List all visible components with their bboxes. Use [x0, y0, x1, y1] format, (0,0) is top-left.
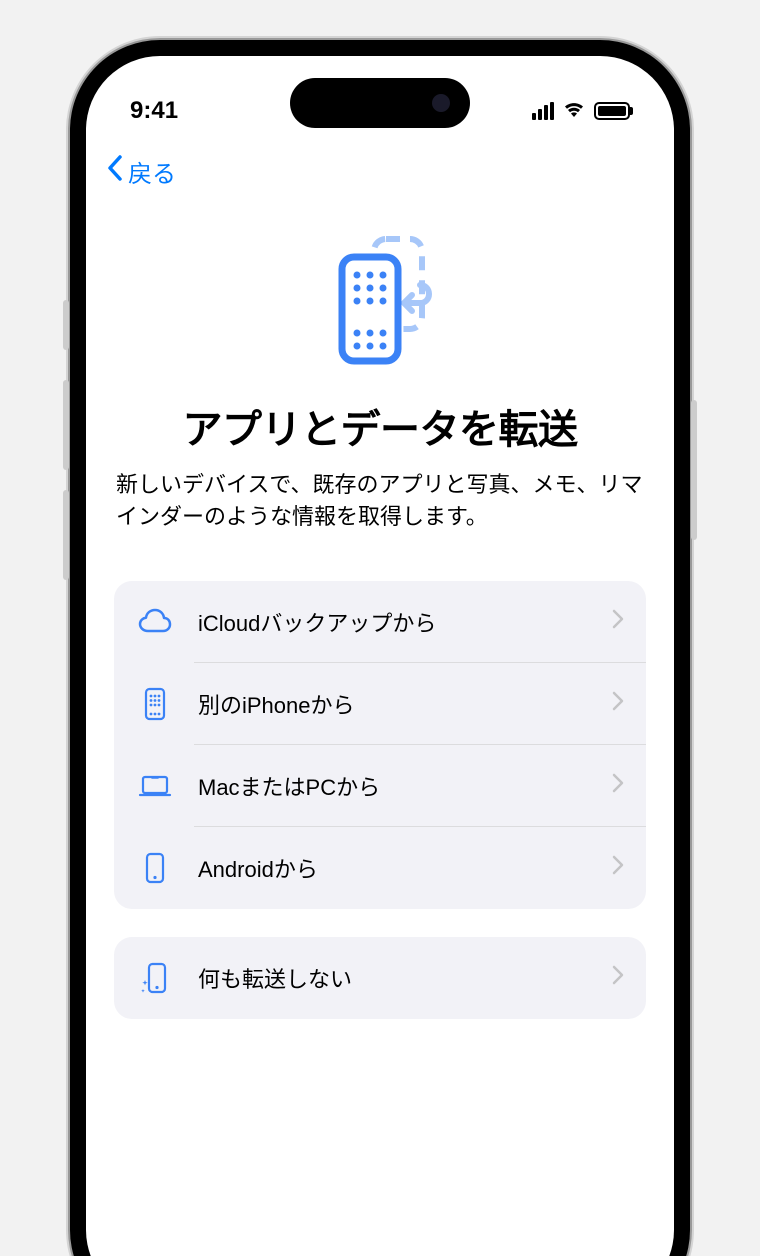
option-no-transfer[interactable]: 何も転送しない — [114, 937, 646, 1019]
wifi-icon — [562, 99, 586, 124]
option-another-iphone[interactable]: 別のiPhoneから — [114, 663, 646, 745]
battery-icon — [594, 102, 630, 120]
device-frame: 9:41 — [70, 40, 690, 1256]
chevron-right-icon — [612, 691, 624, 716]
chevron-right-icon — [612, 773, 624, 798]
transfer-hero-icon — [114, 233, 646, 373]
back-button[interactable]: 戻る — [106, 154, 176, 189]
transfer-options-group: iCloudバックアップから — [114, 581, 646, 909]
status-time: 9:41 — [130, 97, 178, 125]
chevron-right-icon — [612, 609, 624, 634]
cellular-signal-icon — [532, 102, 554, 120]
page-description: 新しいデバイスで、既存のアプリと写真、メモ、リマインダーのような情報を取得します… — [114, 469, 646, 533]
back-button-label: 戻る — [128, 154, 176, 189]
laptop-icon — [136, 767, 174, 805]
phone-icon — [136, 849, 174, 887]
nav-bar: 戻る — [86, 136, 674, 193]
option-label: Androidから — [198, 852, 588, 884]
option-label: 何も転送しない — [198, 962, 588, 994]
chevron-right-icon — [612, 965, 624, 990]
option-android[interactable]: Androidから — [114, 827, 646, 909]
screen: 9:41 — [86, 56, 674, 1256]
dynamic-island — [290, 78, 470, 128]
status-indicators — [532, 99, 630, 124]
page-title: アプリとデータを転送 — [114, 397, 646, 455]
iphone-apps-icon — [136, 685, 174, 723]
phone-sparkle-icon — [136, 959, 174, 997]
device-power-button — [691, 400, 697, 540]
option-mac-pc[interactable]: MacまたはPCから — [114, 745, 646, 827]
content: アプリとデータを転送 新しいデバイスで、既存のアプリと写真、メモ、リマインダーの… — [86, 193, 674, 1019]
page-wrapper: 9:41 — [0, 0, 760, 1256]
option-label: MacまたはPCから — [198, 770, 588, 802]
option-icloud-backup[interactable]: iCloudバックアップから — [114, 581, 646, 663]
cloud-icon — [136, 603, 174, 641]
option-label: 別のiPhoneから — [198, 688, 588, 720]
option-label: iCloudバックアップから — [198, 606, 588, 638]
device-mute-switch — [63, 300, 69, 350]
chevron-right-icon — [612, 855, 624, 880]
device-volume-up — [63, 380, 69, 470]
chevron-left-icon — [106, 154, 124, 189]
no-transfer-group: 何も転送しない — [114, 937, 646, 1019]
device-volume-down — [63, 490, 69, 580]
